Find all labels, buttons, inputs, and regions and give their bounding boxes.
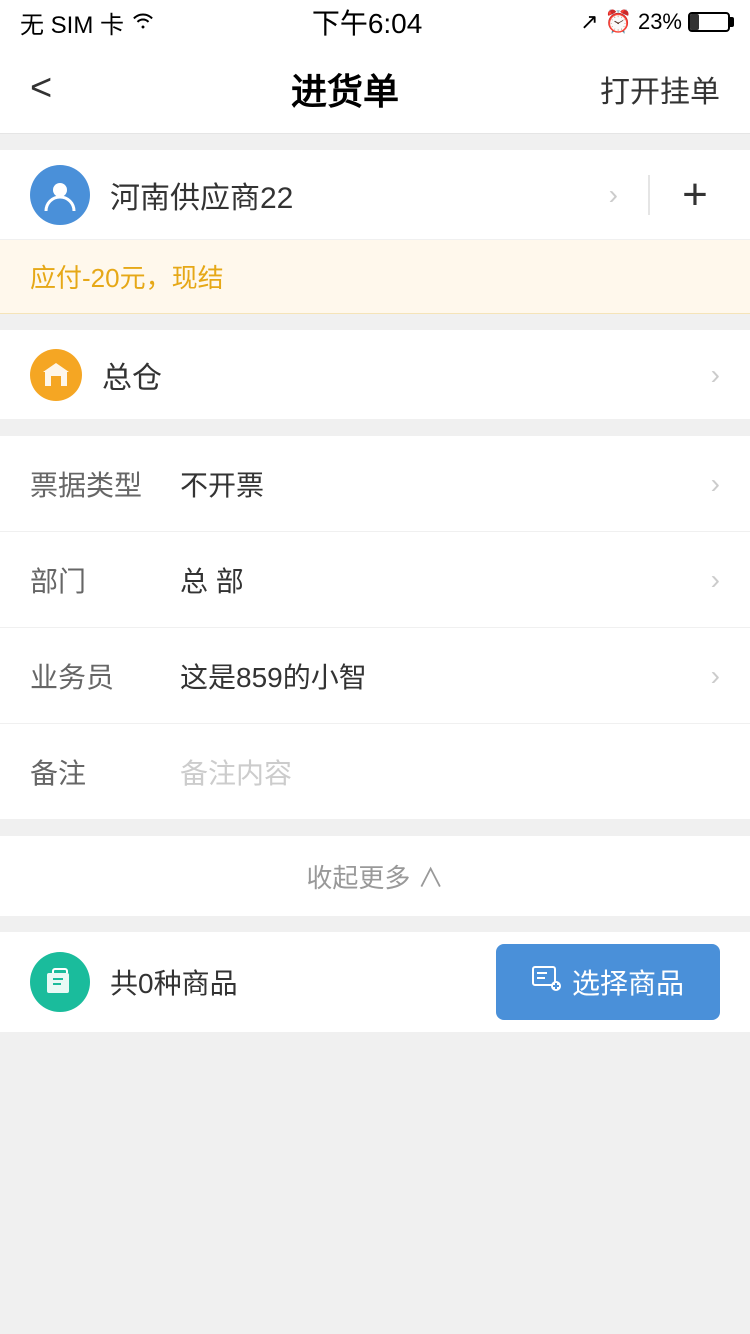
supplier-section: 河南供应商22 › + xyxy=(0,150,750,240)
department-chevron-icon: › xyxy=(711,564,720,596)
supplier-avatar xyxy=(30,165,90,225)
select-product-button[interactable]: 选择商品 xyxy=(496,944,720,1020)
collapse-section[interactable]: 收起更多 ∧ xyxy=(0,836,750,916)
salesperson-value: 这是859的小智 xyxy=(170,656,711,696)
status-right: ↗ ⏰ 23% xyxy=(580,9,730,35)
select-product-label: 选择商品 xyxy=(572,962,684,1002)
salesperson-row[interactable]: 业务员 这是859的小智 › xyxy=(0,628,750,724)
collapse-label: 收起更多 ∧ xyxy=(306,858,443,895)
salesperson-label: 业务员 xyxy=(30,656,170,696)
warehouse-name: 总仓 xyxy=(102,353,711,397)
wifi-icon xyxy=(132,8,154,36)
add-supplier-button[interactable]: + xyxy=(670,170,720,220)
section-divider-1 xyxy=(0,134,750,150)
status-left: 无 SIM 卡 xyxy=(20,5,154,40)
invoice-type-value: 不开票 xyxy=(170,464,711,504)
select-product-icon xyxy=(532,966,562,999)
location-icon: ↗ xyxy=(580,9,598,35)
form-section: 票据类型 不开票 › 部门 总 部 › 业务员 这是859的小智 › 备注 备注… xyxy=(0,436,750,820)
alarm-icon: ⏰ xyxy=(605,9,632,35)
remark-row[interactable]: 备注 备注内容 xyxy=(0,724,750,820)
page-title: 进货单 xyxy=(291,63,399,115)
product-icon xyxy=(30,952,90,1012)
battery-percent: 23% xyxy=(638,9,682,35)
department-row[interactable]: 部门 总 部 › xyxy=(0,532,750,628)
invoice-type-chevron-icon: › xyxy=(711,468,720,500)
supplier-name[interactable]: 河南供应商22 xyxy=(110,173,609,217)
department-value: 总 部 xyxy=(170,560,711,600)
warehouse-section[interactable]: 总仓 › xyxy=(0,330,750,420)
product-count: 共0种商品 xyxy=(110,962,496,1002)
supplier-divider xyxy=(648,175,650,215)
supplier-chevron-icon: › xyxy=(609,179,618,211)
invoice-type-row[interactable]: 票据类型 不开票 › xyxy=(0,436,750,532)
invoice-type-label: 票据类型 xyxy=(30,464,170,504)
remark-label: 备注 xyxy=(30,752,170,792)
status-bar: 无 SIM 卡 下午6:04 ↗ ⏰ 23% xyxy=(0,0,750,44)
status-time: 下午6:04 xyxy=(312,2,423,42)
back-button[interactable]: < xyxy=(30,67,90,110)
nav-bar: < 进货单 打开挂单 xyxy=(0,44,750,134)
notice-bar: 应付-20元，现结 xyxy=(0,240,750,314)
notice-text: 应付-20元，现结 xyxy=(30,263,224,293)
warehouse-chevron-icon: › xyxy=(711,359,720,391)
open-pending-button[interactable]: 打开挂单 xyxy=(600,67,720,111)
battery-icon xyxy=(688,12,730,32)
page-background xyxy=(0,1032,750,1312)
warehouse-icon xyxy=(30,349,82,401)
remark-input[interactable]: 备注内容 xyxy=(170,752,720,792)
salesperson-chevron-icon: › xyxy=(711,660,720,692)
sim-status: 无 SIM 卡 xyxy=(20,5,124,40)
department-label: 部门 xyxy=(30,560,170,600)
bottom-section: 共0种商品 选择商品 xyxy=(0,932,750,1032)
